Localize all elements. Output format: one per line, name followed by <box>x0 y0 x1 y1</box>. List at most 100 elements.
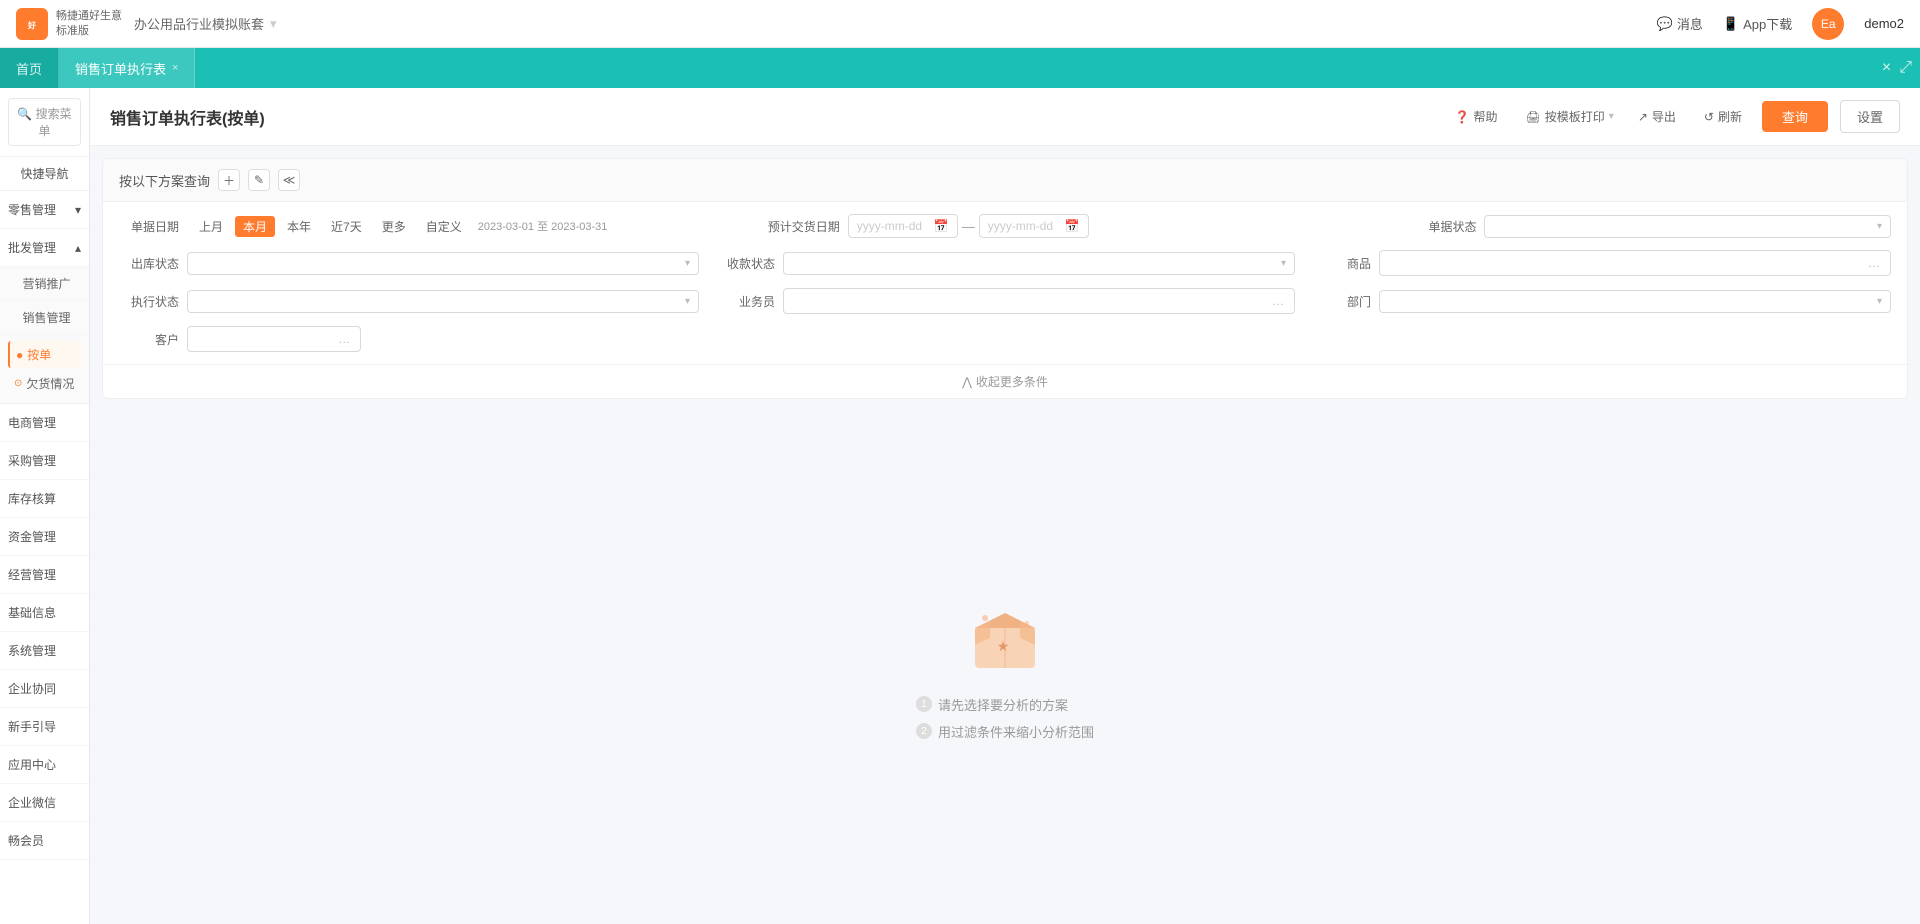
home-tab-label: 首页 <box>16 59 42 78</box>
expected-date-from[interactable]: yyyy-mm-dd 📅 <box>848 214 958 238</box>
exec-status-select[interactable]: ▾ <box>187 290 699 313</box>
product-input[interactable]: … <box>1379 250 1891 276</box>
customer-dots-icon: … <box>338 332 350 346</box>
sidebar-item-basic[interactable]: 基础信息 <box>0 594 89 632</box>
date-separator: — <box>962 219 975 234</box>
sidebar-sub-item-debt[interactable]: ⊙ 欠货情况 <box>8 370 81 397</box>
logo-area: 好 畅捷通好生意 标准版 <box>16 8 122 40</box>
customer-control: … <box>187 326 361 352</box>
breadcrumb[interactable]: 办公用品行业模拟账套 ▾ <box>134 14 277 33</box>
sidebar-item-inventory[interactable]: 库存核算 <box>0 480 89 518</box>
edit-filter-button[interactable]: ✎ <box>248 169 270 191</box>
exec-status-arrow-icon: ▾ <box>685 296 690 307</box>
filter-item-expected-date: 预计交货日期 yyyy-mm-dd 📅 — yyyy-mm-dd 📅 <box>768 214 1401 238</box>
refresh-icon: ↺ <box>1704 110 1714 124</box>
doc-status-select[interactable]: ▾ <box>1484 215 1891 238</box>
date-label: 单据日期 <box>119 218 179 235</box>
this-year-btn[interactable]: 本年 <box>279 216 319 237</box>
date-quick-btns: 上月 本月 本年 近7天 更多 自定义 <box>191 216 470 237</box>
top-header: 好 畅捷通好生意 标准版 办公用品行业模拟账套 ▾ 💬 消息 📱 App下载 E… <box>0 0 1920 48</box>
salesperson-input[interactable]: … <box>783 288 1295 314</box>
collapse-filter-button[interactable]: ≪ <box>278 169 300 191</box>
empty-tip-1: 1 请先选择要分析的方案 <box>916 695 1094 714</box>
product-label: 商品 <box>1311 255 1371 272</box>
filter-row-4: 客户 … <box>119 326 1891 352</box>
filter-item-date: 单据日期 上月 本月 本年 近7天 更多 自定义 2023-03-01 至 20… <box>119 216 752 237</box>
sidebar-item-vip[interactable]: 畅会员 <box>0 822 89 860</box>
sidebar-item-ecommerce[interactable]: 电商管理 <box>0 404 89 442</box>
tab-expand-icon[interactable]: ⤢ <box>1899 59 1912 77</box>
app-download-button[interactable]: 📱 App下载 <box>1723 14 1792 33</box>
out-status-select[interactable]: ▾ <box>187 252 699 275</box>
sidebar-item-system[interactable]: 系统管理 <box>0 632 89 670</box>
filter-item-out-status: 出库状态 ▾ <box>119 252 699 275</box>
customer-label: 客户 <box>119 331 179 348</box>
collapse-icon: ⋀ <box>962 375 972 389</box>
debt-icon: ⊙ <box>14 378 22 389</box>
doc-status-arrow-icon: ▾ <box>1877 221 1882 232</box>
message-icon: 💬 <box>1657 16 1673 32</box>
sidebar-item-wechat[interactable]: 企业微信 <box>0 784 89 822</box>
last-month-btn[interactable]: 上月 <box>191 216 231 237</box>
payment-status-select[interactable]: ▾ <box>783 252 1295 275</box>
sidebar-item-finance[interactable]: 资金管理 <box>0 518 89 556</box>
sidebar-item-wholesale[interactable]: 批发管理 ▴ <box>0 229 89 267</box>
breadcrumb-arrow-icon: ▾ <box>270 16 277 32</box>
empty-state: ★ 1 请先选择要分析的方案 2 用过滤条件来缩小分析范围 <box>90 399 1920 924</box>
tab-close-window-icon[interactable]: × <box>1882 59 1891 77</box>
sidebar-item-appstore[interactable]: 应用中心 <box>0 746 89 784</box>
filter-row-2: 出库状态 ▾ 收款状态 ▾ <box>119 250 1891 276</box>
sidebar-item-purchase[interactable]: 采购管理 <box>0 442 89 480</box>
filter-item-exec-status: 执行状态 ▾ <box>119 290 699 313</box>
last7-btn[interactable]: 近7天 <box>323 216 370 237</box>
sidebar-item-shortcut[interactable]: 快捷导航 <box>0 157 89 191</box>
sidebar-item-operation[interactable]: 经营管理 <box>0 556 89 594</box>
sidebar-sub-item-pressorder[interactable]: ● 按单 <box>8 341 81 368</box>
filter-item-payment-status: 收款状态 ▾ <box>715 252 1295 275</box>
message-button[interactable]: 💬 消息 <box>1657 14 1703 33</box>
salesperson-label: 业务员 <box>715 293 775 310</box>
tab-bar: 首页 销售订单执行表 × × ⤢ <box>0 48 1920 88</box>
sidebar-item-newbie[interactable]: 新手引导 <box>0 708 89 746</box>
expected-date-to[interactable]: yyyy-mm-dd 📅 <box>979 214 1089 238</box>
help-button[interactable]: ❓ 帮助 <box>1447 104 1506 129</box>
collapse-more-button[interactable]: ⋀ 收起更多条件 <box>962 373 1048 390</box>
query-button[interactable]: 查询 <box>1762 101 1828 132</box>
payment-status-arrow-icon: ▾ <box>1281 258 1286 269</box>
sidebar-item-sales-mgmt[interactable]: 销售管理 <box>0 301 89 335</box>
avatar[interactable]: Ea <box>1812 8 1844 40</box>
retail-arrow-icon: ▾ <box>75 203 81 217</box>
filter-item-department: 部门 ▾ <box>1311 290 1891 313</box>
tip-2-num: 2 <box>916 723 932 739</box>
sidebar-item-retail[interactable]: 零售管理 ▾ <box>0 191 89 229</box>
settings-button[interactable]: 设置 <box>1840 100 1900 133</box>
customer-input[interactable]: … <box>187 326 361 352</box>
tab-home[interactable]: 首页 <box>0 48 59 88</box>
empty-illustration: ★ <box>955 583 1055 683</box>
custom-btn[interactable]: 自定义 <box>418 216 470 237</box>
empty-tips: 1 请先选择要分析的方案 2 用过滤条件来缩小分析范围 <box>916 695 1094 741</box>
department-label: 部门 <box>1311 293 1371 310</box>
refresh-button[interactable]: ↺ 刷新 <box>1696 104 1750 129</box>
search-menu-button[interactable]: 🔍 搜索菜单 <box>8 98 81 146</box>
print-button[interactable]: 🖨 按模板打印 ▾ <box>1518 104 1618 129</box>
filter-row-3: 执行状态 ▾ 业务员 … <box>119 288 1891 314</box>
out-status-control: ▾ <box>187 252 699 275</box>
print-arrow-icon: ▾ <box>1609 111 1614 122</box>
tab-close-icon[interactable]: × <box>172 62 178 74</box>
sidebar: 🔍 搜索菜单 快捷导航 零售管理 ▾ 批发管理 ▴ 营销推广 销售管理 ● 按单… <box>0 88 90 924</box>
sidebar-item-enterprise[interactable]: 企业协同 <box>0 670 89 708</box>
tip-1-num: 1 <box>916 696 932 712</box>
expected-date-label: 预计交货日期 <box>768 218 840 235</box>
export-button[interactable]: ↗ 导出 <box>1630 104 1684 129</box>
this-month-btn[interactable]: 本月 <box>235 216 275 237</box>
department-select[interactable]: ▾ <box>1379 290 1891 313</box>
sidebar-item-marketing[interactable]: 营销推广 <box>0 267 89 301</box>
user-name[interactable]: demo2 <box>1864 16 1904 31</box>
more-btn[interactable]: 更多 <box>374 216 414 237</box>
page-header: 销售订单执行表(按单) ❓ 帮助 🖨 按模板打印 ▾ ↗ 导出 ↺ 刷新 <box>90 88 1920 146</box>
tab-order-table[interactable]: 销售订单执行表 × <box>59 48 195 88</box>
payment-status-label: 收款状态 <box>715 255 775 272</box>
add-filter-button[interactable]: ＋ <box>218 169 240 191</box>
product-control: … <box>1379 250 1891 276</box>
